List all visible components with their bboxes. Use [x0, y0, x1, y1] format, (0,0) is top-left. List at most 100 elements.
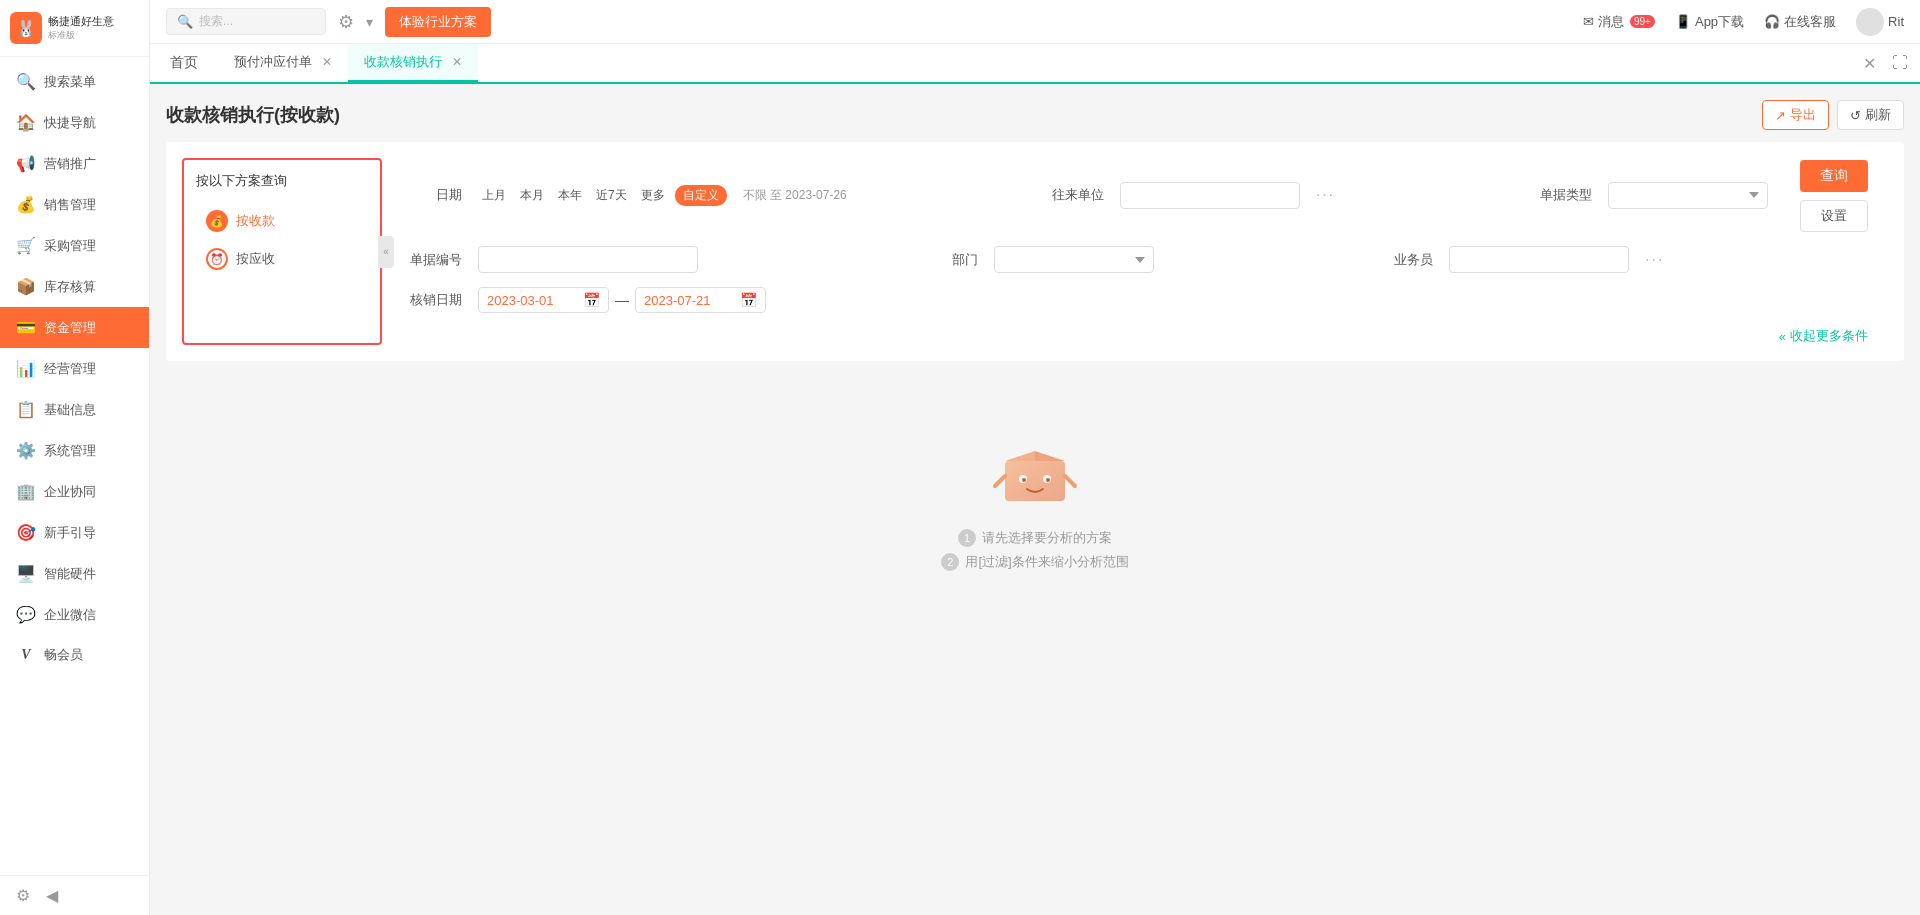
fullscreen-icon[interactable]: ⛶: [1888, 50, 1912, 76]
page-header: 收款核销执行(按收款) ↗ 导出 ↺ 刷新: [166, 100, 1904, 130]
sidebar-item-purchase[interactable]: 🛒 采购管理: [0, 225, 149, 266]
query-button[interactable]: 查询: [1800, 160, 1868, 192]
tab-close-prepay[interactable]: ✕: [322, 55, 332, 69]
sidebar-item-label: 企业协同: [44, 483, 96, 501]
filter-collapse-button[interactable]: «: [378, 236, 394, 268]
offset-date-start[interactable]: [487, 293, 577, 308]
message-button[interactable]: ✉ 消息 99+: [1583, 13, 1655, 31]
search-icon: 🔍: [177, 14, 193, 29]
refresh-button[interactable]: ↺ 刷新: [1837, 100, 1904, 130]
tab-receipt-offset[interactable]: 收款核销执行 ✕: [348, 44, 478, 82]
date-opt-last-month[interactable]: 上月: [478, 185, 510, 206]
date-opt-this-year[interactable]: 本年: [554, 185, 586, 206]
online-service-button[interactable]: 🎧 在线客服: [1764, 13, 1836, 31]
marketing-icon: 📢: [16, 154, 36, 173]
sidebar-item-quick-nav[interactable]: 🏠 快捷导航: [0, 102, 149, 143]
topbar-right: ✉ 消息 99+ 📱 App下载 🎧 在线客服 Rit: [1583, 8, 1904, 36]
sales-icon: 💰: [16, 195, 36, 214]
filter-option-by-receipt[interactable]: 💰 按收款: [196, 202, 368, 240]
offset-date-end[interactable]: [644, 293, 734, 308]
date-opt-7days[interactable]: 近7天: [592, 185, 631, 206]
industry-solution-button[interactable]: 体验行业方案: [385, 7, 491, 37]
sidebar-item-finance[interactable]: 💳 资金管理: [0, 307, 149, 348]
hardware-icon: 🖥️: [16, 564, 36, 583]
hint-num-2: 2: [941, 553, 959, 571]
department-label: 部门: [918, 251, 978, 269]
svg-rect-0: [1005, 461, 1065, 501]
filter-row-3: 核销日期 📅 — 📅: [402, 287, 1868, 313]
app-badge: 标准版: [48, 29, 114, 42]
member-icon: V: [16, 647, 36, 663]
empty-state: 1 请先选择要分析的方案 2 用[过滤]条件来缩小分析范围: [166, 361, 1904, 611]
voucher-no-input[interactable]: [478, 246, 698, 273]
sales-rep-label: 业务员: [1373, 251, 1433, 269]
sidebar-nav: 🔍 搜索菜单 🏠 快捷导航 📢 营销推广 💰 销售管理 🛒 采购管理 📦 库存核…: [0, 57, 149, 875]
user-avatar: [1856, 8, 1884, 36]
enterprise-icon: 🏢: [16, 482, 36, 501]
svg-line-7: [995, 476, 1005, 486]
tab-prepay-offset[interactable]: 预付冲应付单 ✕: [218, 44, 348, 82]
tabbar-actions: ✕ ⛶: [1859, 44, 1920, 82]
search-placeholder: 搜索...: [199, 13, 233, 30]
date-opt-custom[interactable]: 自定义: [675, 185, 727, 206]
footer-settings-icon[interactable]: ⚙: [16, 886, 30, 905]
filter-row-1: 日期 上月 本月 本年 近7天 更多 自定义 不限 至 2023-07-26 往…: [402, 158, 1868, 232]
sidebar-item-system[interactable]: ⚙️ 系统管理: [0, 430, 149, 471]
sidebar-item-label: 营销推广: [44, 155, 96, 173]
sidebar-item-wechat[interactable]: 💬 企业微信: [0, 594, 149, 635]
sidebar-item-label: 搜索菜单: [44, 73, 96, 91]
sidebar-item-label: 采购管理: [44, 237, 96, 255]
inventory-icon: 📦: [16, 277, 36, 296]
voucher-type-select[interactable]: [1608, 182, 1768, 209]
export-button[interactable]: ↗ 导出: [1762, 100, 1829, 130]
sales-rep-dots[interactable]: ···: [1645, 251, 1664, 269]
sidebar-item-business[interactable]: 📊 经营管理: [0, 348, 149, 389]
more-conditions-button[interactable]: « 收起更多条件: [1779, 327, 1868, 345]
hint-num-1: 1: [958, 529, 976, 547]
date-opt-more[interactable]: 更多: [637, 185, 669, 206]
svg-marker-1: [1005, 451, 1035, 461]
sidebar-item-enterprise[interactable]: 🏢 企业协同: [0, 471, 149, 512]
date-separator: —: [615, 292, 629, 308]
filter-panel-title: 按以下方案查询: [196, 172, 368, 190]
filter-option-by-receivable[interactable]: ⏰ 按应收: [196, 240, 368, 278]
date-options: 上月 本月 本年 近7天 更多 自定义: [478, 185, 727, 206]
sidebar-item-search-menu[interactable]: 🔍 搜索菜单: [0, 61, 149, 102]
counterparty-input[interactable]: [1120, 182, 1300, 209]
user-name: Rit: [1888, 14, 1904, 29]
hint-text-2: 用[过滤]条件来缩小分析范围: [965, 553, 1128, 571]
sidebar-item-label: 系统管理: [44, 442, 96, 460]
tab-close-receipt[interactable]: ✕: [452, 55, 462, 69]
svg-point-6: [1046, 478, 1050, 482]
offset-date-range: 📅 — 📅: [478, 287, 766, 313]
service-label: 在线客服: [1784, 13, 1836, 31]
date-opt-this-month[interactable]: 本月: [516, 185, 548, 206]
sidebar-item-label: 经营管理: [44, 360, 96, 378]
app-download-button[interactable]: 📱 App下载: [1675, 13, 1744, 31]
sidebar-footer: ⚙ ◀: [0, 875, 149, 915]
sidebar-item-marketing[interactable]: 📢 营销推广: [0, 143, 149, 184]
sidebar-item-inventory[interactable]: 📦 库存核算: [0, 266, 149, 307]
content-area: 收款核销执行(按收款) ↗ 导出 ↺ 刷新 按以下方案查询: [150, 84, 1920, 915]
sidebar-item-label: 新手引导: [44, 524, 96, 542]
business-icon: 📊: [16, 359, 36, 378]
sidebar-item-guide[interactable]: 🎯 新手引导: [0, 512, 149, 553]
topbar-dropdown-icon[interactable]: ▾: [366, 14, 373, 30]
calendar-start-icon[interactable]: 📅: [583, 292, 600, 308]
tab-home[interactable]: 首页: [150, 44, 218, 82]
topbar-settings-icon[interactable]: ⚙: [338, 11, 354, 33]
close-all-tabs-icon[interactable]: ✕: [1859, 50, 1880, 77]
quick-nav-icon: 🏠: [16, 113, 36, 132]
sidebar-item-sales[interactable]: 💰 销售管理: [0, 184, 149, 225]
sidebar-item-basic-info[interactable]: 📋 基础信息: [0, 389, 149, 430]
calendar-end-icon[interactable]: 📅: [740, 292, 757, 308]
department-select[interactable]: [994, 246, 1154, 273]
sidebar-item-member[interactable]: V 畅会员: [0, 635, 149, 675]
footer-collapse-icon[interactable]: ◀: [46, 886, 58, 905]
sales-rep-input[interactable]: [1449, 246, 1629, 273]
settings-button[interactable]: 设置: [1800, 200, 1868, 232]
sidebar-item-hardware[interactable]: 🖥️ 智能硬件: [0, 553, 149, 594]
svg-point-5: [1022, 478, 1026, 482]
counterparty-dots[interactable]: ···: [1316, 186, 1335, 204]
user-profile[interactable]: Rit: [1856, 8, 1904, 36]
